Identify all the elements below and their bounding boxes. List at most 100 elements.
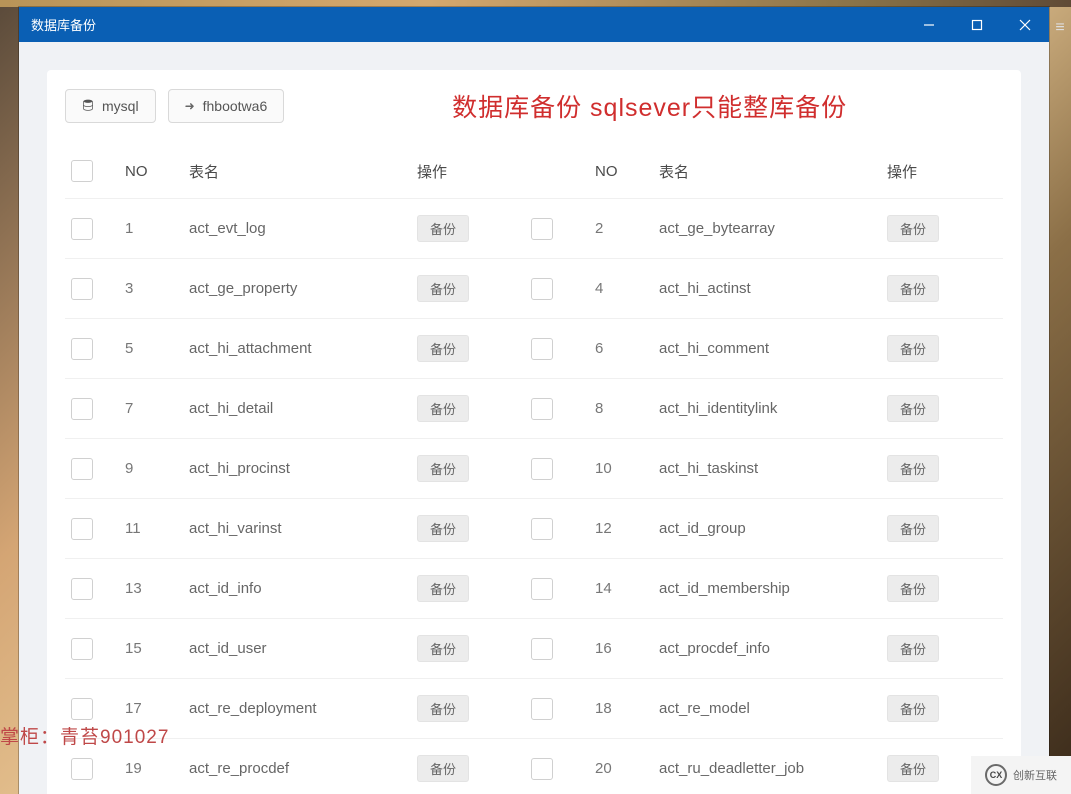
backup-button[interactable]: 备份 — [887, 455, 939, 482]
row-checkbox[interactable] — [71, 638, 93, 660]
backup-button[interactable]: 备份 — [887, 755, 939, 782]
backup-button[interactable]: 备份 — [887, 695, 939, 722]
table-row: 3 act_ge_property 备份 4 act_hi_actinst 备份 — [65, 259, 1003, 319]
row-no: 12 — [595, 520, 655, 537]
row-checkbox[interactable] — [71, 338, 93, 360]
db-schema-button[interactable]: ➜ fhbootwa6 — [168, 89, 285, 123]
col-no-right: NO — [595, 163, 655, 180]
row-checkbox[interactable] — [71, 278, 93, 300]
backup-button[interactable]: 备份 — [887, 395, 939, 422]
row-name: act_id_user — [189, 640, 413, 657]
row-name: act_id_info — [189, 580, 413, 597]
row-no: 11 — [125, 520, 185, 537]
row-checkbox[interactable] — [531, 638, 553, 660]
row-no: 17 — [125, 700, 185, 717]
table-header-row: NO 表名 操作 NO 表名 操作 — [65, 144, 1003, 199]
db-type-button[interactable]: mysql — [65, 89, 156, 123]
select-all-left-checkbox[interactable] — [71, 160, 93, 182]
database-icon — [82, 99, 94, 114]
row-checkbox[interactable] — [71, 458, 93, 480]
row-name: act_hi_procinst — [189, 460, 413, 477]
row-no: 7 — [125, 400, 185, 417]
tables-grid: NO 表名 操作 NO 表名 操作 1 act_evt_log 备份 2 act… — [65, 144, 1003, 794]
maximize-button[interactable] — [953, 7, 1001, 42]
backup-button[interactable]: 备份 — [887, 635, 939, 662]
row-name: act_id_group — [659, 520, 883, 537]
close-icon — [1019, 19, 1031, 31]
main-panel: mysql ➜ fhbootwa6 数据库备份 sqlsever只能整库备份 N… — [47, 70, 1021, 794]
db-type-label: mysql — [102, 98, 139, 114]
minimize-icon — [923, 19, 935, 31]
row-name: act_re_deployment — [189, 700, 413, 717]
row-name: act_hi_attachment — [189, 340, 413, 357]
minimize-button[interactable] — [905, 7, 953, 42]
backup-button[interactable]: 备份 — [417, 215, 469, 242]
backup-button[interactable]: 备份 — [417, 755, 469, 782]
table-row: 1 act_evt_log 备份 2 act_ge_bytearray 备份 — [65, 199, 1003, 259]
table-row: 11 act_hi_varinst 备份 12 act_id_group 备份 — [65, 499, 1003, 559]
side-host-controls: ≡ — [1049, 8, 1071, 48]
table-row: 19 act_re_procdef 备份 20 act_ru_deadlette… — [65, 739, 1003, 794]
row-checkbox[interactable] — [531, 458, 553, 480]
row-no: 14 — [595, 580, 655, 597]
row-no: 1 — [125, 220, 185, 237]
backup-button[interactable]: 备份 — [417, 395, 469, 422]
row-checkbox[interactable] — [531, 398, 553, 420]
row-checkbox[interactable] — [71, 578, 93, 600]
backup-button[interactable]: 备份 — [887, 335, 939, 362]
close-button[interactable] — [1001, 7, 1049, 42]
backup-button[interactable]: 备份 — [887, 515, 939, 542]
row-checkbox[interactable] — [531, 698, 553, 720]
backup-button[interactable]: 备份 — [417, 335, 469, 362]
backup-button[interactable]: 备份 — [417, 275, 469, 302]
backup-button[interactable]: 备份 — [417, 455, 469, 482]
row-checkbox[interactable] — [531, 338, 553, 360]
client-area[interactable]: mysql ➜ fhbootwa6 数据库备份 sqlsever只能整库备份 N… — [19, 42, 1049, 794]
row-name: act_hi_identitylink — [659, 400, 883, 417]
row-checkbox[interactable] — [71, 218, 93, 240]
row-checkbox[interactable] — [531, 218, 553, 240]
backup-button[interactable]: 备份 — [887, 275, 939, 302]
row-no: 4 — [595, 280, 655, 297]
backup-button[interactable]: 备份 — [417, 575, 469, 602]
row-checkbox[interactable] — [71, 398, 93, 420]
row-checkbox[interactable] — [531, 578, 553, 600]
row-name: act_hi_taskinst — [659, 460, 883, 477]
row-name: act_id_membership — [659, 580, 883, 597]
watermark-text: 掌柜：青苔901027 — [0, 722, 169, 749]
row-no: 10 — [595, 460, 655, 477]
col-op-left: 操作 — [417, 161, 527, 182]
row-no: 3 — [125, 280, 185, 297]
backup-button[interactable]: 备份 — [887, 575, 939, 602]
row-no: 2 — [595, 220, 655, 237]
logo-icon: CX — [985, 764, 1007, 786]
row-no: 18 — [595, 700, 655, 717]
table-row: 13 act_id_info 备份 14 act_id_membership 备… — [65, 559, 1003, 619]
titlebar: 数据库备份 — [19, 7, 1049, 42]
row-checkbox[interactable] — [531, 518, 553, 540]
backup-button[interactable]: 备份 — [887, 215, 939, 242]
backup-button[interactable]: 备份 — [417, 635, 469, 662]
backup-button[interactable]: 备份 — [417, 515, 469, 542]
table-row: 15 act_id_user 备份 16 act_procdef_info 备份 — [65, 619, 1003, 679]
row-checkbox[interactable] — [71, 698, 93, 720]
row-name: act_hi_detail — [189, 400, 413, 417]
row-name: act_ge_property — [189, 280, 413, 297]
row-no: 13 — [125, 580, 185, 597]
row-name: act_hi_varinst — [189, 520, 413, 537]
backup-button[interactable]: 备份 — [417, 695, 469, 722]
col-no-left: NO — [125, 163, 185, 180]
row-name: act_procdef_info — [659, 640, 883, 657]
row-checkbox[interactable] — [71, 518, 93, 540]
page-title: 数据库备份 sqlsever只能整库备份 — [296, 88, 1003, 124]
row-no: 8 — [595, 400, 655, 417]
row-name: act_re_procdef — [189, 760, 413, 777]
logo-corner: CX 创新互联 — [971, 756, 1071, 794]
row-checkbox[interactable] — [531, 278, 553, 300]
col-name-left: 表名 — [189, 161, 413, 182]
row-checkbox[interactable] — [71, 758, 93, 780]
maximize-icon — [971, 19, 983, 31]
row-checkbox[interactable] — [531, 758, 553, 780]
row-no: 6 — [595, 340, 655, 357]
db-schema-label: fhbootwa6 — [203, 98, 268, 114]
